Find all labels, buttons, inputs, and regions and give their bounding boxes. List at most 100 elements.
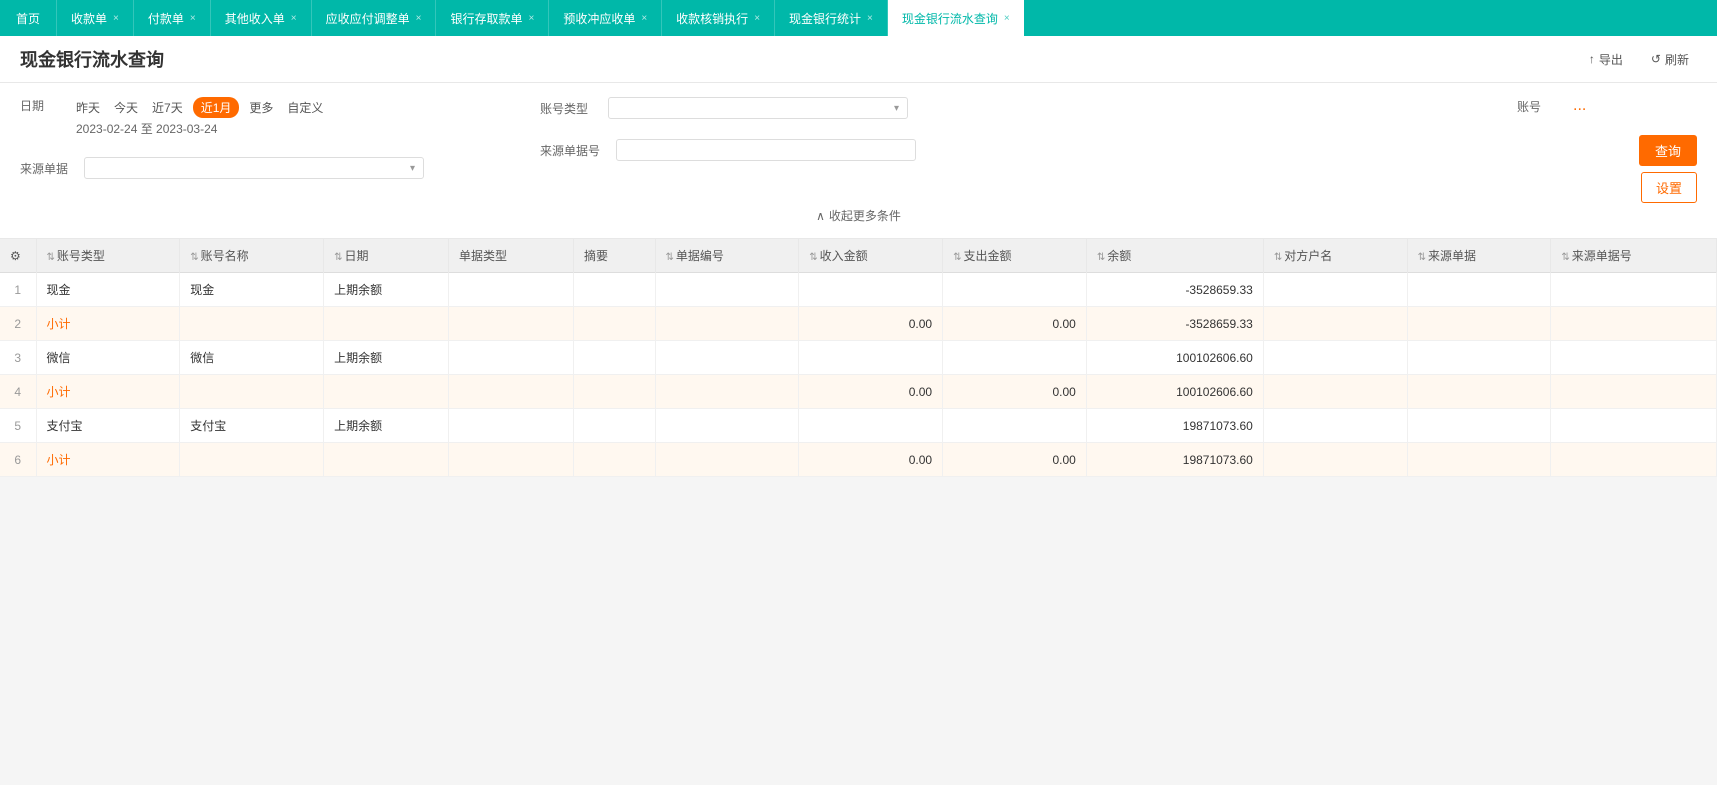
cell-account-name — [180, 443, 324, 477]
cell-source-doc-no — [1551, 409, 1717, 443]
row-number: 1 — [0, 273, 36, 307]
cell-doc-no — [655, 409, 799, 443]
cell-summary — [574, 341, 656, 375]
cell-account-name — [180, 307, 324, 341]
cell-account-type: 小计 — [36, 307, 180, 341]
table-row[interactable]: 4小计0.000.00100102606.60 — [0, 375, 1717, 409]
close-icon[interactable]: × — [754, 13, 760, 24]
cell-source-doc — [1407, 409, 1551, 443]
export-button[interactable]: ↑ 导出 — [1581, 47, 1631, 72]
nav-cashflow[interactable]: 现金银行流水查询 × — [888, 0, 1024, 36]
account-dots[interactable]: ... — [1569, 97, 1590, 115]
date-custom[interactable]: 自定义 — [283, 97, 327, 118]
date-shortcuts: 昨天 今天 近7天 近1月 更多 自定义 — [72, 97, 327, 118]
date-filter-label: 日期 — [20, 97, 56, 114]
nav-statistics[interactable]: 现金银行统计 × — [775, 0, 888, 36]
settings-button[interactable]: 设置 — [1641, 172, 1697, 203]
nav-receipt[interactable]: 收款单 × — [57, 0, 134, 36]
close-icon[interactable]: × — [641, 13, 647, 24]
table-row[interactable]: 6小计0.000.0019871073.60 — [0, 443, 1717, 477]
row-number: 4 — [0, 375, 36, 409]
cell-summary — [574, 443, 656, 477]
cell-expense — [943, 273, 1087, 307]
date-range-display: 2023-02-24 至 2023-03-24 — [76, 120, 327, 137]
table-row[interactable]: 2小计0.000.00-3528659.33 — [0, 307, 1717, 341]
cell-summary — [574, 409, 656, 443]
nav-payment[interactable]: 付款单 × — [134, 0, 211, 36]
cell-income: 0.00 — [799, 307, 943, 341]
nav-home[interactable]: 首页 — [0, 0, 57, 36]
col-income[interactable]: ⇅收入金额 — [799, 239, 943, 273]
cell-source-doc-no — [1551, 307, 1717, 341]
col-counterpart[interactable]: ⇅对方户名 — [1263, 239, 1407, 273]
filter-area: 日期 昨天 今天 近7天 近1月 更多 自定义 2023-02-24 至 202… — [0, 83, 1717, 239]
cell-date: 上期余额 — [324, 273, 449, 307]
col-doc-no[interactable]: ⇅单据编号 — [655, 239, 799, 273]
col-account-name[interactable]: ⇅账号名称 — [180, 239, 324, 273]
cell-summary — [574, 273, 656, 307]
col-account-type[interactable]: ⇅账号类型 — [36, 239, 180, 273]
cell-date — [324, 307, 449, 341]
row-number: 5 — [0, 409, 36, 443]
refresh-icon: ↺ — [1651, 52, 1661, 66]
nav-advance[interactable]: 预收冲应收单 × — [549, 0, 662, 36]
date-yesterday[interactable]: 昨天 — [72, 97, 104, 118]
col-source-doc-no[interactable]: ⇅来源单据号 — [1551, 239, 1717, 273]
cell-expense — [943, 409, 1087, 443]
cell-account-type: 支付宝 — [36, 409, 180, 443]
page-header: 现金银行流水查询 ↑ 导出 ↺ 刷新 — [0, 36, 1717, 83]
col-balance[interactable]: ⇅余额 — [1086, 239, 1263, 273]
cell-income — [799, 341, 943, 375]
close-icon[interactable]: × — [867, 13, 873, 24]
cell-account-name — [180, 375, 324, 409]
cell-doc-type — [449, 273, 574, 307]
col-doc-type: 单据类型 — [449, 239, 574, 273]
cell-date: 上期余额 — [324, 341, 449, 375]
cell-account-type: 小计 — [36, 443, 180, 477]
header-actions: ↑ 导出 ↺ 刷新 — [1581, 47, 1697, 72]
cell-date — [324, 443, 449, 477]
date-today[interactable]: 今天 — [110, 97, 142, 118]
cell-date — [324, 375, 449, 409]
account-type-select[interactable]: ▾ — [608, 97, 908, 119]
source-doc-no-input[interactable] — [616, 139, 916, 161]
source-doc-select[interactable]: ▾ — [84, 157, 424, 179]
nav-bank-deposit[interactable]: 银行存取款单 × — [436, 0, 549, 36]
close-icon[interactable]: × — [1004, 13, 1010, 24]
col-source-doc[interactable]: ⇅来源单据 — [1407, 239, 1551, 273]
col-expense[interactable]: ⇅支出金额 — [943, 239, 1087, 273]
nav-other-income[interactable]: 其他收入单 × — [211, 0, 312, 36]
row-number: 2 — [0, 307, 36, 341]
close-icon[interactable]: × — [416, 13, 422, 24]
date-1month[interactable]: 近1月 — [193, 97, 240, 118]
table-row[interactable]: 3微信微信上期余额100102606.60 — [0, 341, 1717, 375]
cell-doc-type — [449, 307, 574, 341]
cell-doc-no — [655, 375, 799, 409]
cell-doc-no — [655, 341, 799, 375]
collapse-bar[interactable]: ∧ 收起更多条件 — [20, 203, 1697, 228]
col-settings[interactable]: ⚙ — [0, 239, 36, 273]
refresh-button[interactable]: ↺ 刷新 — [1643, 47, 1697, 72]
close-icon[interactable]: × — [291, 13, 297, 24]
close-icon[interactable]: × — [190, 13, 196, 24]
source-doc-no-label: 来源单据号 — [540, 142, 600, 159]
close-icon[interactable]: × — [528, 13, 534, 24]
cell-expense: 0.00 — [943, 375, 1087, 409]
account-type-label: 账号类型 — [540, 100, 592, 117]
close-icon[interactable]: × — [113, 13, 119, 24]
date-7days[interactable]: 近7天 — [148, 97, 187, 118]
cell-counterpart — [1263, 443, 1407, 477]
cell-account-name: 现金 — [180, 273, 324, 307]
table-row[interactable]: 5支付宝支付宝上期余额19871073.60 — [0, 409, 1717, 443]
col-date[interactable]: ⇅日期 — [324, 239, 449, 273]
cell-account-name: 微信 — [180, 341, 324, 375]
cell-balance: -3528659.33 — [1086, 273, 1263, 307]
table-row[interactable]: 1现金现金上期余额-3528659.33 — [0, 273, 1717, 307]
date-more[interactable]: 更多 — [245, 97, 277, 118]
nav-verify[interactable]: 收款核销执行 × — [662, 0, 775, 36]
query-button[interactable]: 查询 — [1639, 135, 1697, 166]
nav-adjustment[interactable]: 应收应付调整单 × — [312, 0, 437, 36]
cell-balance: 100102606.60 — [1086, 375, 1263, 409]
cell-doc-type — [449, 443, 574, 477]
cell-doc-no — [655, 307, 799, 341]
